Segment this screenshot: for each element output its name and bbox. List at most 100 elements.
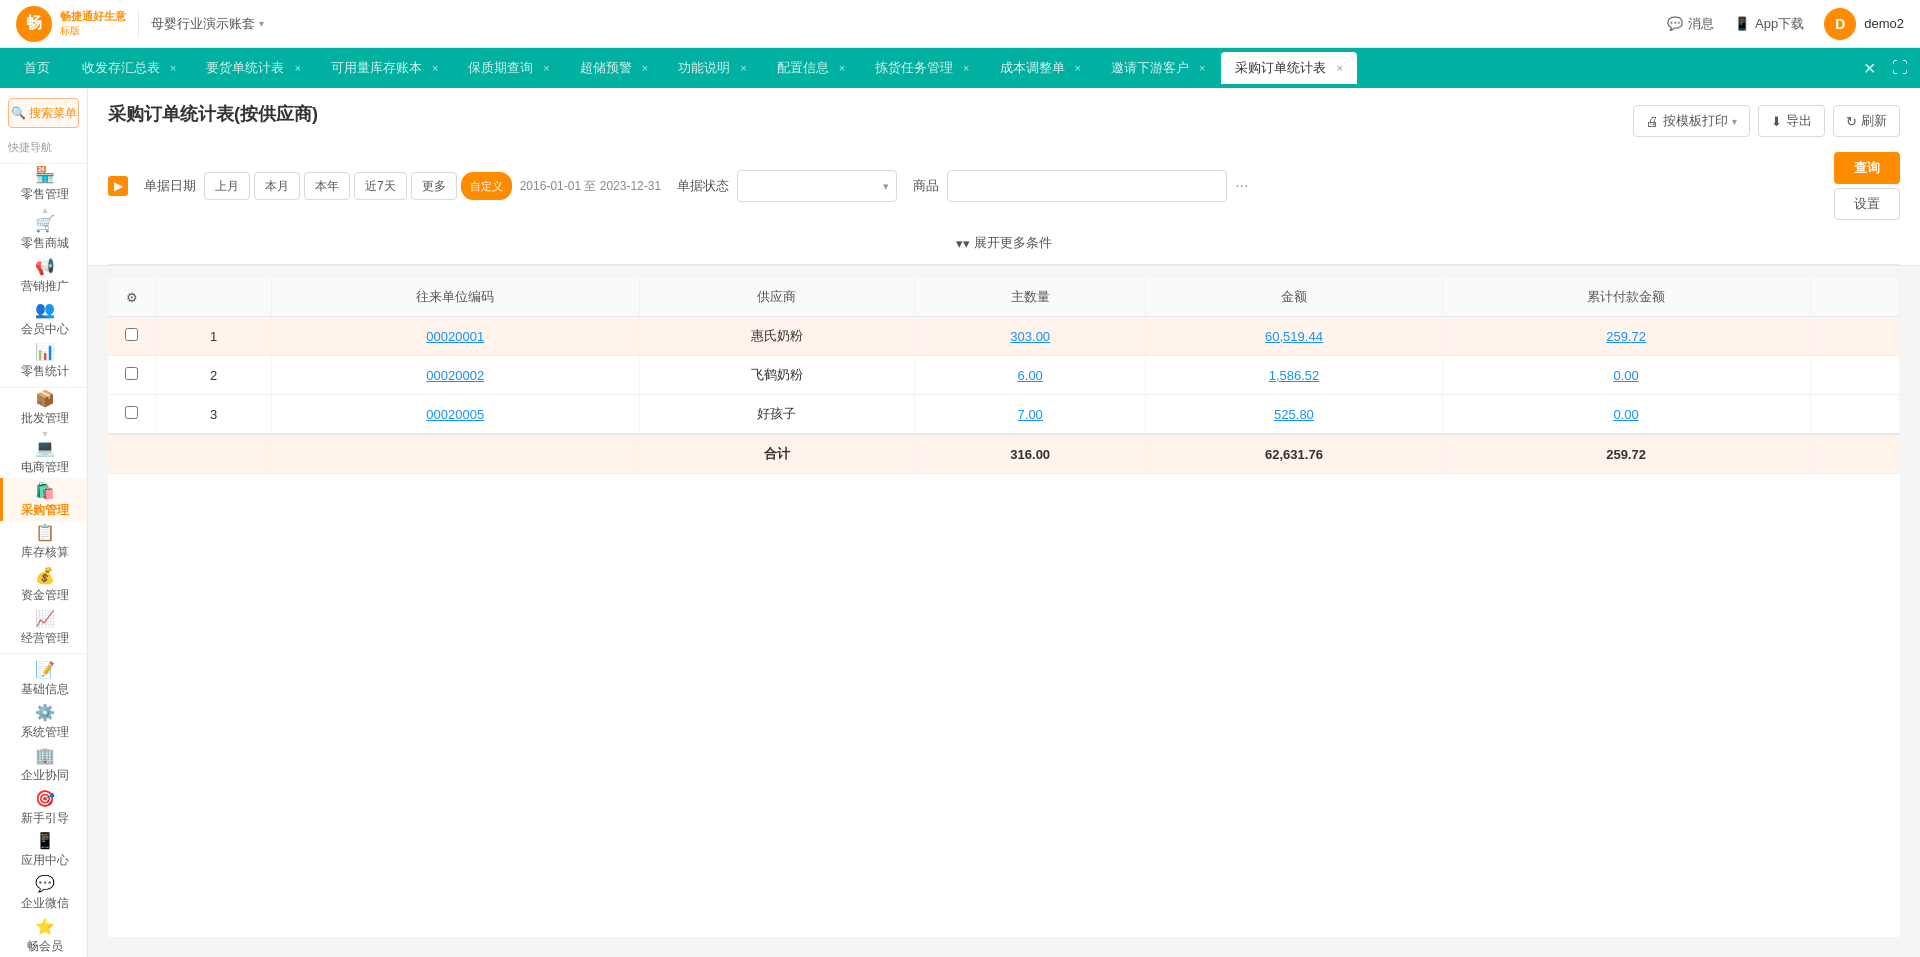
tab-available-stock[interactable]: 可用量库存账本 × — [317, 52, 452, 84]
row-paid-amount-cell[interactable]: 0.00 — [1442, 356, 1810, 395]
sidebar-item-purchase[interactable]: 🛍️ 采购管理 — [0, 478, 87, 521]
table-row[interactable]: 3 00020005 好孩子 7.00 525.80 0.00 — [108, 395, 1900, 435]
date-custom-btn[interactable]: 自定义 — [461, 172, 512, 200]
row-amount-cell[interactable]: 1,586.52 — [1146, 356, 1442, 395]
tab-pick-task[interactable]: 拣货任务管理 × — [861, 52, 983, 84]
toggle-filter-btn[interactable]: ▶ — [108, 176, 128, 196]
tab-recv-pay-close[interactable]: × — [170, 62, 176, 74]
th-settings[interactable]: ⚙ — [108, 278, 156, 317]
tab-invite[interactable]: 邀请下游客户 × — [1097, 52, 1219, 84]
tab-overstock-close[interactable]: × — [642, 62, 648, 74]
date-this-year-btn[interactable]: 本年 — [304, 172, 350, 200]
tab-config[interactable]: 配置信息 × — [763, 52, 859, 84]
row-main-qty-cell[interactable]: 303.00 — [914, 317, 1145, 356]
sidebar-item-retail-mall[interactable]: 🛒 零售商城 — [0, 212, 87, 255]
export-button[interactable]: ⬇ 导出 — [1758, 105, 1825, 137]
date-7days-btn[interactable]: 近7天 — [354, 172, 407, 200]
sidebar-divider-1 — [0, 163, 87, 164]
nav-maximize-btn[interactable]: ⛶ — [1888, 55, 1912, 81]
tab-cost-adjust-close[interactable]: × — [1075, 62, 1081, 74]
tab-expiry-query[interactable]: 保质期查询 × — [454, 52, 563, 84]
tab-config-close[interactable]: × — [839, 62, 845, 74]
sidebar-item-app-center[interactable]: 📱 应用中心 — [0, 829, 87, 872]
wholesale-label: 批发管理 — [21, 410, 69, 427]
footer-label-cell: 合计 — [639, 434, 914, 474]
row-amount-cell[interactable]: 525.80 — [1146, 395, 1442, 435]
query-button[interactable]: 查询 — [1834, 152, 1900, 184]
tab-purchase-stats[interactable]: 采购订单统计表 × — [1221, 52, 1356, 84]
sys-mgmt-icon: ⚙️ — [35, 703, 55, 722]
row-checkbox-cell[interactable] — [108, 356, 156, 395]
tab-recv-pay[interactable]: 收发存汇总表 × — [68, 52, 190, 84]
filter-goods-item: 商品 ··· — [913, 170, 1248, 202]
basic-info-label: 基础信息 — [21, 681, 69, 698]
nav-close-btn[interactable]: ✕ — [1859, 55, 1880, 82]
date-this-month-btn[interactable]: 本月 — [254, 172, 300, 200]
tab-recv-pay-label: 收发存汇总表 — [82, 59, 160, 77]
table-row[interactable]: 1 00020001 惠氏奶粉 303.00 60,519.44 259.72 — [108, 317, 1900, 356]
tab-purchase-stats-close[interactable]: × — [1336, 62, 1342, 74]
sidebar-item-stock-check[interactable]: 📋 库存核算 — [0, 521, 87, 564]
search-menu-button[interactable]: 🔍 搜索菜单 — [8, 98, 79, 128]
username[interactable]: demo2 — [1864, 16, 1904, 31]
sidebar-item-basic-info[interactable]: 📝 基础信息 — [0, 658, 87, 701]
sidebar-item-members2[interactable]: ⭐ 畅会员 — [0, 914, 87, 957]
row-checkbox-cell[interactable] — [108, 395, 156, 435]
goods-search-input[interactable] — [947, 170, 1227, 202]
goods-more-icon[interactable]: ··· — [1235, 177, 1248, 195]
row-checkbox-cell[interactable] — [108, 317, 156, 356]
sidebar-item-members[interactable]: 👥 会员中心 — [0, 297, 87, 340]
row-paid-amount-cell[interactable]: 259.72 — [1442, 317, 1810, 356]
tab-invite-close[interactable]: × — [1199, 62, 1205, 74]
date-more-btn[interactable]: 更多 — [411, 172, 457, 200]
tab-pick-task-close[interactable]: × — [963, 62, 969, 74]
sidebar-item-sys-mgmt[interactable]: ⚙️ 系统管理 — [0, 701, 87, 744]
tab-home[interactable]: 首页 — [8, 52, 66, 84]
tab-order-stats[interactable]: 要货单统计表 × — [192, 52, 314, 84]
th-paid-amount: 累计付款金额 — [1442, 278, 1810, 317]
sidebar-item-wholesale[interactable]: 📦 批发管理 ▼ — [0, 392, 87, 436]
stock-check-icon: 📋 — [35, 523, 55, 542]
tab-func-desc[interactable]: 功能说明 × — [664, 52, 760, 84]
settings-icon[interactable]: ⚙ — [126, 290, 138, 305]
sidebar-item-marketing[interactable]: 📢 营销推广 — [0, 255, 87, 298]
tab-order-stats-close[interactable]: × — [294, 62, 300, 74]
sidebar-item-finance[interactable]: 💰 资金管理 — [0, 564, 87, 607]
row-checkbox[interactable] — [125, 406, 138, 419]
expand-more-icon: ▾▾ — [956, 236, 970, 251]
expand-more-btn[interactable]: ▾▾ 展开更多条件 — [108, 228, 1900, 252]
row-paid-amount-cell[interactable]: 0.00 — [1442, 395, 1810, 435]
tab-overstock[interactable]: 超储预警 × — [566, 52, 662, 84]
tab-available-stock-close[interactable]: × — [432, 62, 438, 74]
template-print-button[interactable]: 🖨 按模板打印 ▾ — [1633, 105, 1750, 137]
row-main-qty-cell[interactable]: 6.00 — [914, 356, 1145, 395]
sidebar-item-new-guide[interactable]: 🎯 新手引导 — [0, 786, 87, 829]
row-main-qty-cell[interactable]: 7.00 — [914, 395, 1145, 435]
row-checkbox[interactable] — [125, 367, 138, 380]
user-area[interactable]: D demo2 — [1824, 8, 1904, 40]
row-unit-code-cell[interactable]: 00020005 — [271, 395, 639, 435]
refresh-button[interactable]: ↻ 刷新 — [1833, 105, 1900, 137]
row-checkbox[interactable] — [125, 328, 138, 341]
sidebar-item-corp-wechat[interactable]: 💬 企业微信 — [0, 872, 87, 915]
workspace-selector[interactable]: 母婴行业演示账套 ▾ — [151, 15, 264, 33]
settings-button[interactable]: 设置 — [1834, 188, 1900, 220]
row-unit-code-cell[interactable]: 00020002 — [271, 356, 639, 395]
sidebar-item-ecommerce[interactable]: 💻 电商管理 — [0, 436, 87, 479]
status-select[interactable] — [737, 170, 897, 202]
avatar[interactable]: D — [1824, 8, 1856, 40]
message-action[interactable]: 💬 消息 — [1667, 15, 1714, 33]
sidebar-item-operations[interactable]: 📈 经营管理 — [0, 606, 87, 649]
table-row[interactable]: 2 00020002 飞鹤奶粉 6.00 1,586.52 0.00 — [108, 356, 1900, 395]
row-unit-code-cell[interactable]: 00020001 — [271, 317, 639, 356]
tab-func-desc-close[interactable]: × — [740, 62, 746, 74]
date-last-month-btn[interactable]: 上月 — [204, 172, 250, 200]
row-amount-cell[interactable]: 60,519.44 — [1146, 317, 1442, 356]
sidebar-item-enterprise[interactable]: 🏢 企业协同 — [0, 743, 87, 786]
app-center-label: 应用中心 — [21, 852, 69, 869]
sidebar-item-retail-mgmt[interactable]: 🏪 零售管理 ▲ — [0, 168, 87, 212]
sidebar-item-retail-stats[interactable]: 📊 零售统计 — [0, 340, 87, 383]
tab-cost-adjust[interactable]: 成本调整单 × — [986, 52, 1095, 84]
app-download-action[interactable]: 📱 App下载 — [1734, 15, 1804, 33]
tab-expiry-query-close[interactable]: × — [543, 62, 549, 74]
